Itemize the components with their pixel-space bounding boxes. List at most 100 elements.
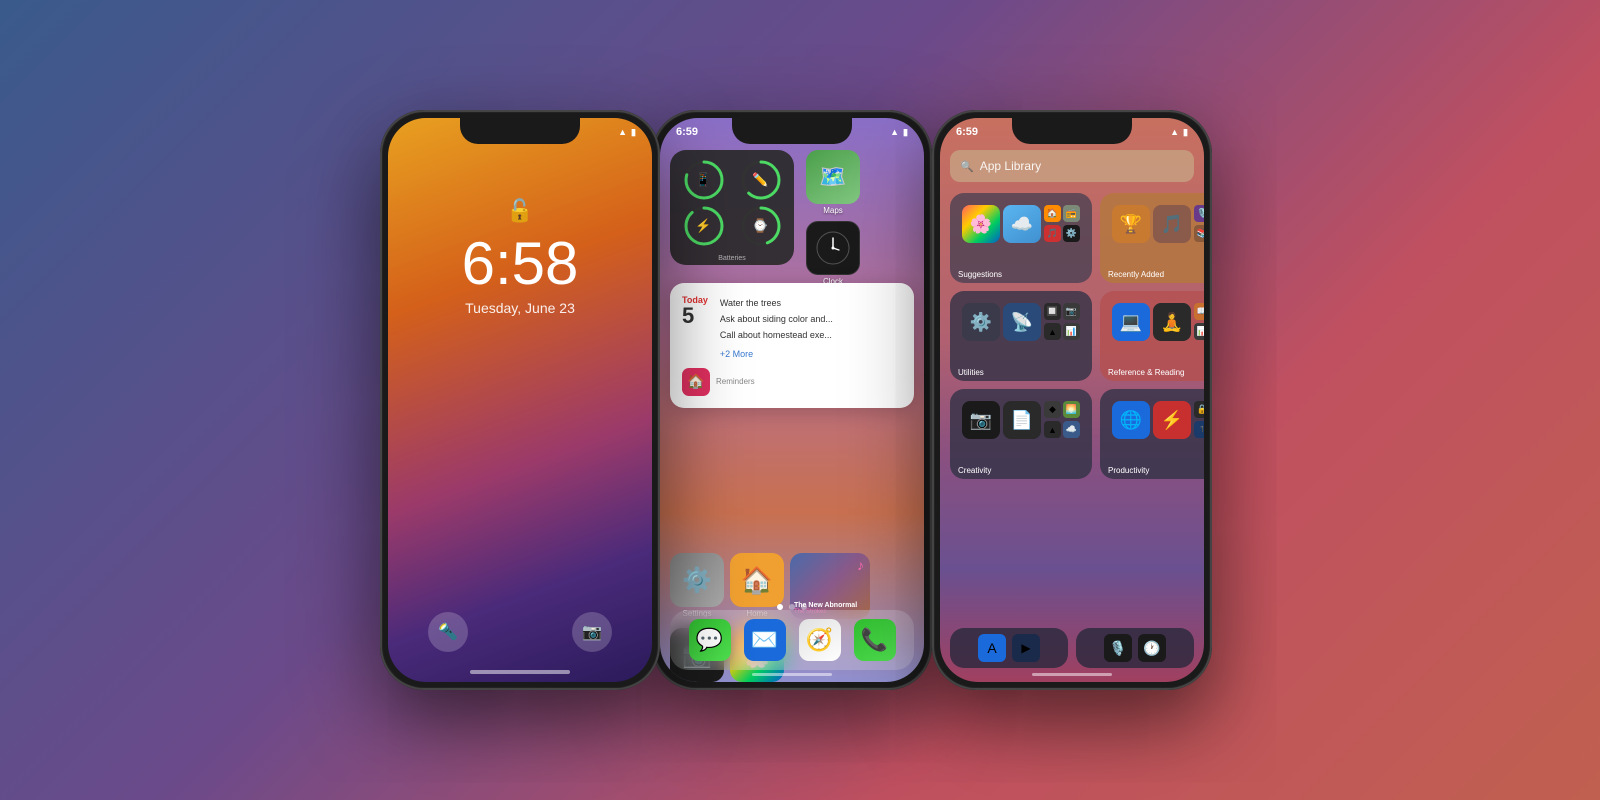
pencil-icon: ✏️ bbox=[752, 172, 768, 188]
dock-phone[interactable]: 📞 bbox=[854, 619, 896, 661]
app-library-search[interactable]: 🔍 App Library bbox=[950, 150, 1194, 182]
reminder-item-2: Ask about siding color and... bbox=[720, 311, 833, 327]
recently-icons: 🏆 🎵 🎙️ 🏃 📚 📖 bbox=[1108, 201, 1204, 247]
app-store-icon: A bbox=[978, 634, 1006, 662]
folder-reference-reading[interactable]: 💻 🧘 📖 📰 📊 🔢 Reference & Reading bbox=[1100, 291, 1204, 381]
recently-added-label: Recently Added bbox=[1108, 270, 1164, 279]
dock-safari[interactable]: 🧭 bbox=[799, 619, 841, 661]
clock-lib-icon: 🕐 bbox=[1138, 634, 1166, 662]
maps-clock-column: 🗺️ Maps Clock bbox=[806, 150, 860, 286]
recently-sm-3: 📚 bbox=[1194, 225, 1204, 242]
bottom-folder-1[interactable]: A ▶ bbox=[950, 628, 1068, 668]
batteries-widget[interactable]: 📱 ✏️ bbox=[670, 150, 794, 265]
creativity-label: Creativity bbox=[958, 466, 991, 475]
creativity-small: ◆ 🌅 ▲ ☁️ bbox=[1044, 401, 1080, 439]
camera-button[interactable]: 📷 bbox=[572, 612, 612, 652]
ref-sm-3: 📊 bbox=[1194, 323, 1204, 340]
search-placeholder: App Library bbox=[980, 159, 1041, 173]
reminder-items: Water the trees Ask about siding color a… bbox=[720, 295, 833, 362]
creativity-big-1: 📷 bbox=[962, 401, 1000, 439]
maps-app[interactable]: 🗺️ Maps bbox=[806, 150, 860, 215]
productivity-big-2: ⚡ bbox=[1153, 401, 1191, 439]
home-indicator bbox=[1032, 673, 1112, 676]
lock-screen: ▲ ▮ 🔓 6:58 Tuesday, June 23 🔦 📷 bbox=[388, 118, 652, 682]
photos-lib-icon: 🌸 bbox=[962, 205, 1000, 243]
cre-sm-3: ▲ bbox=[1044, 421, 1061, 438]
flashlight-button[interactable]: 🔦 bbox=[428, 612, 468, 652]
reminder-widget-label: Reminders bbox=[716, 377, 755, 386]
reminder-count: 5 bbox=[682, 305, 708, 327]
util-sm-1: 🔲 bbox=[1044, 303, 1061, 320]
lock-time: 6:58 bbox=[462, 234, 579, 294]
battery-ring-2: ✏️ bbox=[739, 158, 783, 202]
lightning-icon: ⚡ bbox=[695, 218, 711, 234]
reminders-widget[interactable]: Today 5 Water the trees Ask about siding… bbox=[670, 283, 914, 408]
folder-productivity[interactable]: 🌐 ⚡ 🔒 📊 1️ 📈 Productivity bbox=[1100, 389, 1204, 479]
maps-label: Maps bbox=[823, 206, 843, 215]
status-time: 6:59 bbox=[676, 126, 698, 138]
suggestions-big-icons: 🌸 bbox=[962, 205, 1000, 243]
phone-2-home-screen: 6:59 ▲ ▮ bbox=[652, 110, 932, 690]
cre-sm-4: ☁️ bbox=[1063, 421, 1080, 438]
status-icons: ▲ ▮ bbox=[618, 127, 636, 138]
prod-sm-1: 🔒 bbox=[1194, 401, 1204, 418]
suggestions-small-icons: 🏠 📻 🎵 ⚙️ bbox=[1044, 205, 1080, 243]
productivity-icons: 🌐 ⚡ 🔒 📊 1️ 📈 bbox=[1108, 397, 1204, 443]
weather-icon: ☁️ bbox=[1003, 205, 1041, 243]
dock: 💬 ✉️ 🧭 📞 bbox=[670, 610, 914, 670]
utilities-big-1: ⚙️ bbox=[962, 303, 1000, 341]
clock-icon bbox=[806, 221, 860, 275]
utilities-small: 🔲 📷 ▲ 📊 bbox=[1044, 303, 1080, 341]
lock-screen-content: 🔓 6:58 Tuesday, June 23 bbox=[388, 198, 652, 316]
folder-suggestions[interactable]: 🌸 ☁️ 🏠 📻 🎵 ⚙️ Suggestions bbox=[950, 193, 1092, 283]
lib-sm-3: 🎵 bbox=[1044, 225, 1061, 242]
reminder-footer: 🏠 Reminders bbox=[682, 368, 902, 396]
batteries-label: Batteries bbox=[670, 255, 794, 262]
battery-ring-4: ⌚ bbox=[739, 204, 783, 248]
utilities-icons: ⚙️ 📡 🔲 📷 ▲ 📊 bbox=[958, 299, 1084, 345]
folder-creativity[interactable]: 📷 📄 ◆ 🌅 ▲ ☁️ Creativity bbox=[950, 389, 1092, 479]
suggestions-big-icons-2: ☁️ bbox=[1003, 205, 1041, 243]
reference-small: 📖 📰 📊 🔢 bbox=[1194, 303, 1204, 341]
music-note-icon: ♪ bbox=[857, 557, 864, 573]
reference-big-2: 🧘 bbox=[1153, 303, 1191, 341]
battery-ring-1: 📱 bbox=[682, 158, 726, 202]
reminder-item-3: Call about homestead exe... bbox=[720, 327, 833, 343]
utilities-label: Utilities bbox=[958, 368, 984, 377]
battery-cell-2: ✏️ bbox=[733, 158, 788, 202]
battery-icon: ▮ bbox=[631, 127, 636, 138]
home-indicator bbox=[470, 670, 570, 674]
phone-3-app-library: 6:59 ▲ ▮ 🔍 App Library 🌸 ☁️ bbox=[932, 110, 1212, 690]
reminder-item-1: Water the trees bbox=[720, 295, 833, 311]
recently-big-1: 🏆 bbox=[1112, 205, 1150, 243]
battery-cell-4: ⌚ bbox=[733, 204, 788, 248]
dock-messages[interactable]: 💬 bbox=[689, 619, 731, 661]
dock-mail[interactable]: ✉️ bbox=[744, 619, 786, 661]
creativity-icons: 📷 📄 ◆ 🌅 ▲ ☁️ bbox=[958, 397, 1084, 443]
productivity-label: Productivity bbox=[1108, 466, 1149, 475]
prod-sm-3: 1️ bbox=[1194, 421, 1204, 438]
maps-icon: 🗺️ bbox=[806, 150, 860, 204]
reminder-more: +2 More bbox=[720, 346, 833, 362]
lib-sm-2: 📻 bbox=[1063, 205, 1080, 222]
creativity-big-2: 📄 bbox=[1003, 401, 1041, 439]
status-time: 6:59 bbox=[956, 126, 978, 138]
folder-utilities[interactable]: ⚙️ 📡 🔲 📷 ▲ 📊 Utilities bbox=[950, 291, 1092, 381]
utilities-big-2: 📡 bbox=[1003, 303, 1041, 341]
clock-app[interactable]: Clock bbox=[806, 221, 860, 286]
settings-icon: ⚙️ bbox=[670, 553, 724, 607]
top-widget-row: 📱 ✏️ bbox=[670, 150, 914, 286]
bottom-folder-2[interactable]: 🎙️ 🕐 bbox=[1076, 628, 1194, 668]
lib-sm-4: ⚙️ bbox=[1063, 225, 1080, 242]
notch bbox=[460, 118, 580, 144]
reminder-app-icon: 🏠 bbox=[682, 368, 710, 396]
wifi-icon: ▲ bbox=[618, 127, 627, 137]
recently-big-2: 🎵 bbox=[1153, 205, 1191, 243]
battery-ring-3: ⚡ bbox=[682, 204, 726, 248]
folder-recently-added[interactable]: 🏆 🎵 🎙️ 🏃 📚 📖 Recently Added bbox=[1100, 193, 1204, 283]
lock-date: Tuesday, June 23 bbox=[465, 300, 575, 316]
reminder-today-section: Today 5 bbox=[682, 295, 708, 362]
phone-icon: 📱 bbox=[695, 172, 711, 188]
util-sm-3: ▲ bbox=[1044, 323, 1061, 340]
productivity-small: 🔒 📊 1️ 📈 bbox=[1194, 401, 1204, 439]
